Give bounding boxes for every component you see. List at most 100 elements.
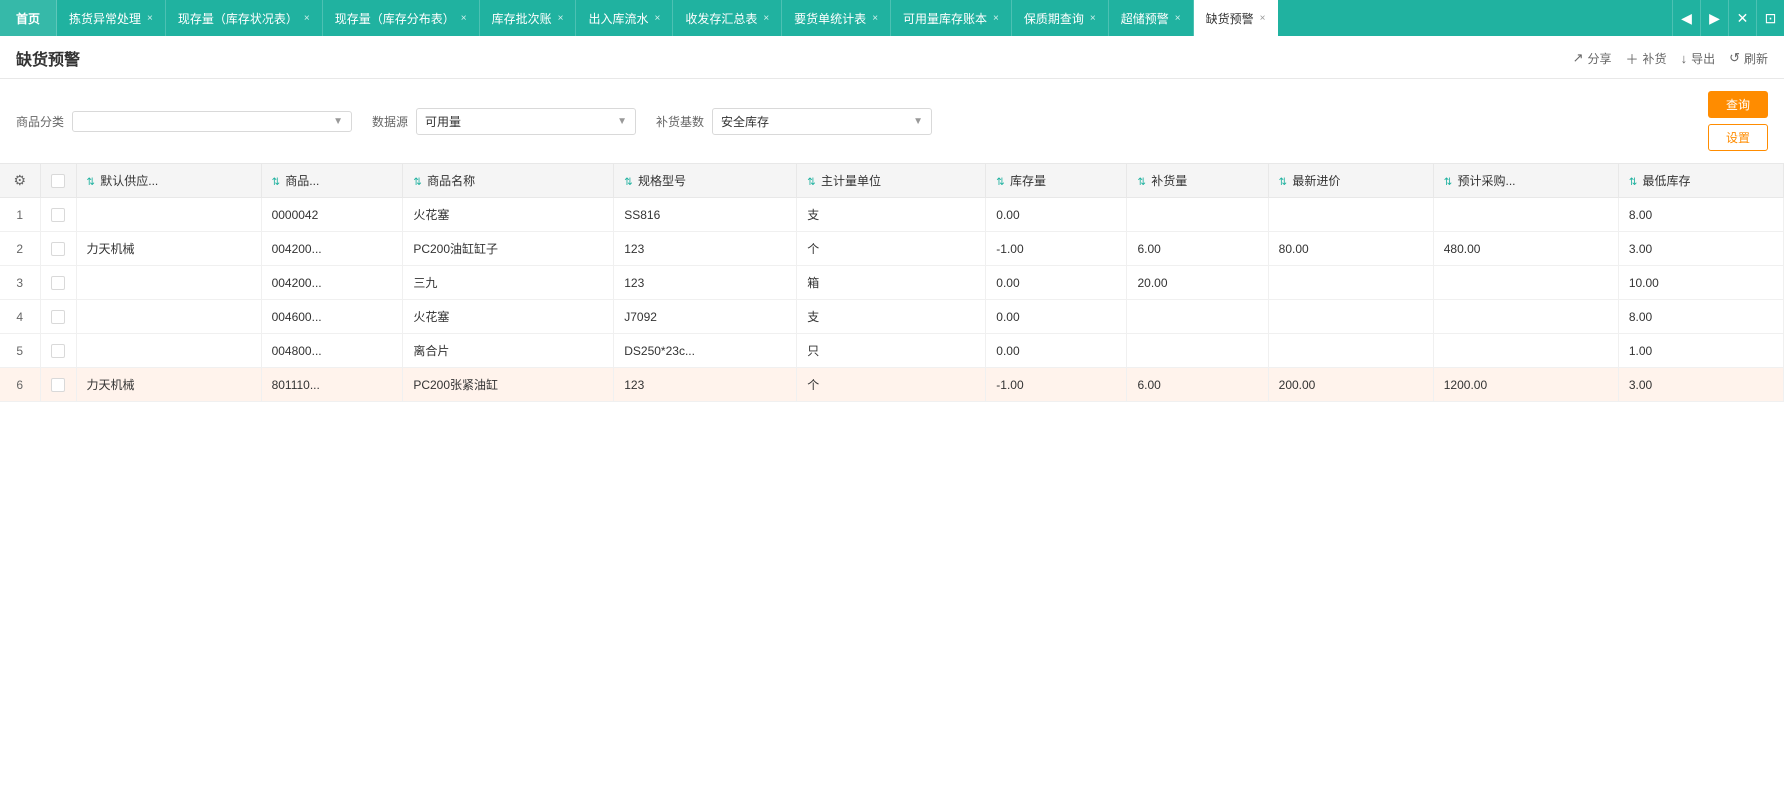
- row-checkbox[interactable]: [51, 208, 65, 222]
- col-latest-price[interactable]: ⇅ 最新进价: [1268, 164, 1433, 198]
- tab-batch-close[interactable]: ×: [558, 13, 564, 24]
- cell-checkbox[interactable]: [40, 368, 76, 402]
- tab-receipt-summary-close[interactable]: ×: [763, 13, 769, 24]
- table-body: 1 0000042 火花塞 SS816 支 0.00 8.00 2 力天机械 0…: [0, 198, 1784, 402]
- product-name-sort-icon: ⇅: [413, 177, 421, 188]
- col-gear[interactable]: ⚙: [0, 164, 40, 198]
- cell-product-name: 火花塞: [403, 198, 614, 232]
- filter-actions: 查询 设置: [1708, 91, 1768, 151]
- category-select[interactable]: ▼: [72, 111, 352, 132]
- replenish-select[interactable]: 安全库存 ▼: [712, 108, 932, 135]
- cell-spec: SS816: [614, 198, 797, 232]
- col-product-code[interactable]: ⇅ 商品...: [261, 164, 403, 198]
- col-unit[interactable]: ⇅ 主计量单位: [797, 164, 986, 198]
- cell-unit: 个: [797, 232, 986, 266]
- datasource-chevron-icon: ▼: [617, 116, 627, 127]
- cell-stock: 0.00: [986, 300, 1127, 334]
- tab-receipt-summary[interactable]: 收发存汇总表 ×: [673, 0, 782, 36]
- col-spec[interactable]: ⇅ 规格型号: [614, 164, 797, 198]
- cell-checkbox[interactable]: [40, 232, 76, 266]
- replenish-qty-sort-icon: ⇅: [1137, 177, 1145, 188]
- tab-nav-next[interactable]: ▶: [1700, 0, 1728, 36]
- tab-inventory-dist-close[interactable]: ×: [461, 13, 467, 24]
- tab-batch-label: 库存批次账: [492, 10, 552, 27]
- export-btn[interactable]: ↓ 导出: [1681, 50, 1716, 67]
- stock-sort-icon: ⇅: [996, 177, 1004, 188]
- tab-receipt-summary-label: 收发存汇总表: [685, 10, 757, 27]
- col-supplier[interactable]: ⇅ 默认供应...: [76, 164, 261, 198]
- tab-overstock[interactable]: 超储预警 ×: [1109, 0, 1194, 36]
- cell-checkbox[interactable]: [40, 198, 76, 232]
- cell-spec: DS250*23c...: [614, 334, 797, 368]
- col-est-purchase[interactable]: ⇅ 预计采购...: [1433, 164, 1618, 198]
- cell-latest-price: [1268, 300, 1433, 334]
- cell-min-stock: 10.00: [1618, 266, 1783, 300]
- row-checkbox[interactable]: [51, 242, 65, 256]
- replenish-chevron-icon: ▼: [913, 116, 923, 127]
- header-actions: ↗ 分享 ＋ 补货 ↓ 导出 ↺ 刷新: [1573, 49, 1768, 68]
- tab-nav-prev[interactable]: ◀: [1672, 0, 1700, 36]
- cell-row-num: 4: [0, 300, 40, 334]
- tab-available-ledger[interactable]: 可用量库存账本 ×: [891, 0, 1012, 36]
- datasource-select[interactable]: 可用量 ▼: [416, 108, 636, 135]
- refresh-btn[interactable]: ↺ 刷新: [1729, 50, 1768, 67]
- col-replenish-qty[interactable]: ⇅ 补货量: [1127, 164, 1268, 198]
- cell-checkbox[interactable]: [40, 300, 76, 334]
- cell-min-stock: 1.00: [1618, 334, 1783, 368]
- tab-overstock-close[interactable]: ×: [1175, 13, 1181, 24]
- tab-shortage[interactable]: 缺货预警 ×: [1194, 0, 1279, 36]
- tab-home[interactable]: 首页: [0, 0, 57, 36]
- col-checkbox[interactable]: [40, 164, 76, 198]
- tab-close-all[interactable]: ✕: [1728, 0, 1756, 36]
- settings-button[interactable]: 设置: [1708, 124, 1768, 151]
- supplier-sort-icon: ⇅: [87, 177, 95, 188]
- cell-stock: 0.00: [986, 198, 1127, 232]
- tab-inventory-status-close[interactable]: ×: [304, 13, 310, 24]
- page-content: 缺货预警 ↗ 分享 ＋ 补货 ↓ 导出 ↺ 刷新 商品分类: [0, 36, 1784, 796]
- tab-inventory-status[interactable]: 现存量（库存状况表） ×: [166, 0, 323, 36]
- tab-inout[interactable]: 出入库流水 ×: [576, 0, 673, 36]
- cell-checkbox[interactable]: [40, 334, 76, 368]
- tab-expiry-close[interactable]: ×: [1090, 13, 1096, 24]
- data-table: ⚙ ⇅ 默认供应... ⇅ 商品... ⇅: [0, 163, 1784, 402]
- table-container: ⚙ ⇅ 默认供应... ⇅ 商品... ⇅: [0, 163, 1784, 402]
- table-gear-icon[interactable]: ⚙: [13, 172, 26, 189]
- table-row: 1 0000042 火花塞 SS816 支 0.00 8.00: [0, 198, 1784, 232]
- col-min-stock[interactable]: ⇅ 最低库存: [1618, 164, 1783, 198]
- row-checkbox[interactable]: [51, 310, 65, 324]
- tab-inout-close[interactable]: ×: [654, 13, 660, 24]
- cell-unit: 个: [797, 368, 986, 402]
- datasource-select-value: 可用量: [425, 113, 461, 130]
- tab-shortage-close[interactable]: ×: [1260, 13, 1266, 24]
- tab-batch[interactable]: 库存批次账 ×: [480, 0, 577, 36]
- tab-inventory-dist[interactable]: 现存量（库存分布表） ×: [323, 0, 480, 36]
- cell-checkbox[interactable]: [40, 266, 76, 300]
- row-checkbox[interactable]: [51, 276, 65, 290]
- tab-expiry-label: 保质期查询: [1024, 10, 1084, 27]
- tab-window-btn[interactable]: ⊡: [1756, 0, 1784, 36]
- refresh-icon: ↺: [1729, 50, 1740, 66]
- est-purchase-sort-icon: ⇅: [1444, 177, 1452, 188]
- cell-stock: -1.00: [986, 232, 1127, 266]
- tab-available-ledger-close[interactable]: ×: [993, 13, 999, 24]
- table-row: 6 力天机械 801110... PC200张紧油缸 123 个 -1.00 6…: [0, 368, 1784, 402]
- tab-demand-stat[interactable]: 要货单统计表 ×: [782, 0, 891, 36]
- tab-bar: 首页 拣货异常处理 × 现存量（库存状况表） × 现存量（库存分布表） × 库存…: [0, 0, 1784, 36]
- col-product-name[interactable]: ⇅ 商品名称: [403, 164, 614, 198]
- tab-demand-stat-close[interactable]: ×: [872, 13, 878, 24]
- tab-abnormal[interactable]: 拣货异常处理 ×: [57, 0, 166, 36]
- table-header-row: ⚙ ⇅ 默认供应... ⇅ 商品... ⇅: [0, 164, 1784, 198]
- col-stock[interactable]: ⇅ 库存量: [986, 164, 1127, 198]
- filter-bar: 商品分类 ▼ 数据源 可用量 ▼ 补货基数 安全库存 ▼ 查询 设置: [0, 79, 1784, 163]
- replenish-btn[interactable]: ＋ 补货: [1626, 49, 1667, 68]
- header-checkbox[interactable]: [51, 174, 65, 188]
- query-button[interactable]: 查询: [1708, 91, 1768, 118]
- tab-abnormal-close[interactable]: ×: [147, 13, 153, 24]
- cell-product-name: 离合片: [403, 334, 614, 368]
- share-btn[interactable]: ↗ 分享: [1573, 50, 1612, 67]
- tab-expiry[interactable]: 保质期查询 ×: [1012, 0, 1109, 36]
- col-supplier-label: 默认供应...: [100, 174, 158, 188]
- row-checkbox[interactable]: [51, 344, 65, 358]
- table-row: 2 力天机械 004200... PC200油缸缸子 123 个 -1.00 6…: [0, 232, 1784, 266]
- row-checkbox[interactable]: [51, 378, 65, 392]
